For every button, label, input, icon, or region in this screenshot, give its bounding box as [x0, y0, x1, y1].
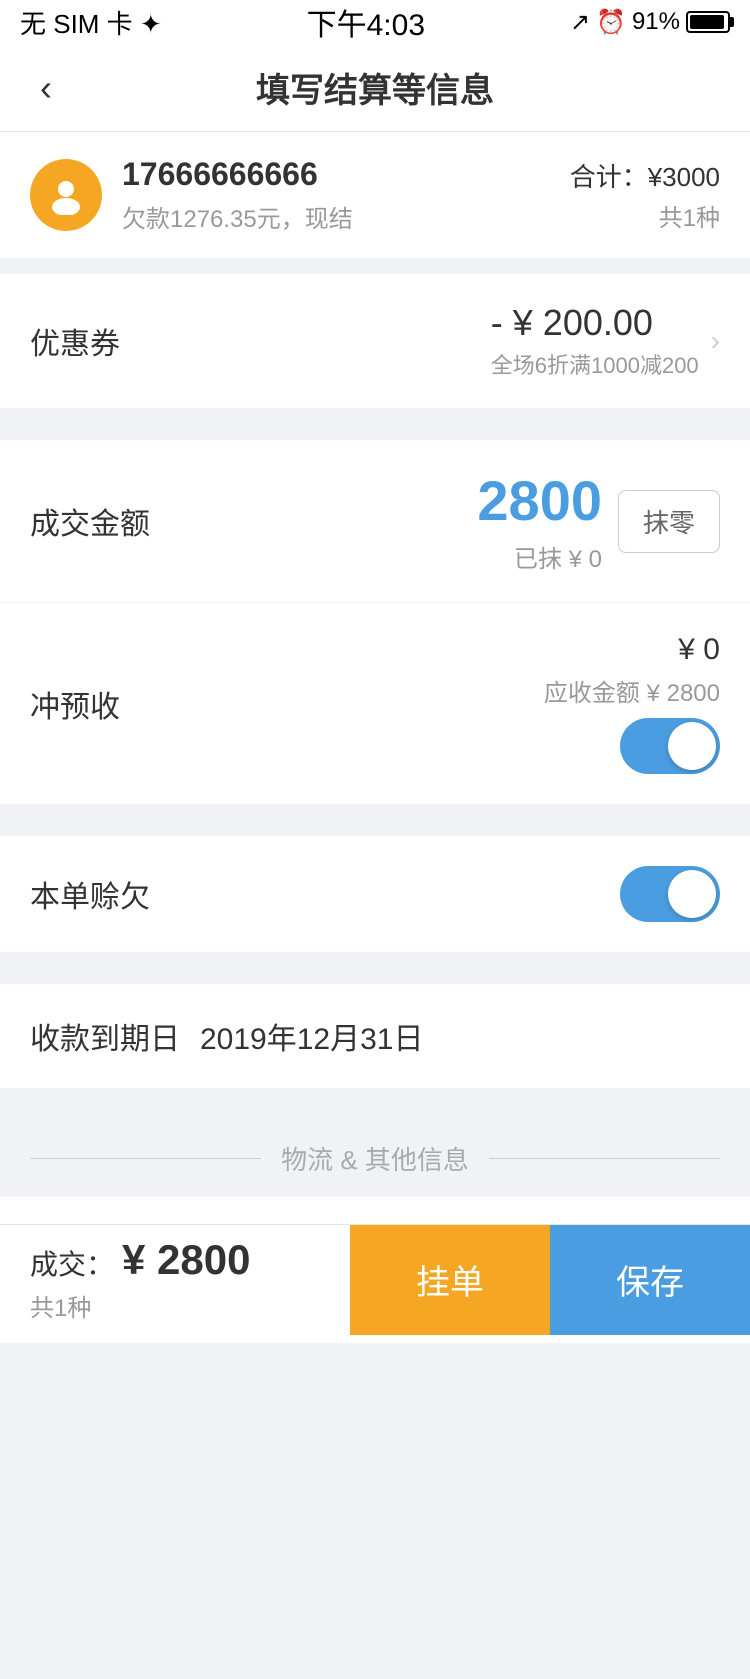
- battery-percent: 91%: [632, 8, 680, 36]
- main-content: 17666666666 欠款1276.35元，现结 合计：¥3000 共1种 优…: [0, 132, 750, 1679]
- debt-toggle[interactable]: [620, 866, 720, 922]
- battery-icon: [686, 11, 730, 33]
- hang-button[interactable]: 挂单: [350, 1225, 550, 1335]
- customer-total: 合计：¥3000 共1种: [570, 157, 720, 233]
- save-button[interactable]: 保存: [550, 1225, 750, 1335]
- customer-debt: 欠款1276.35元，现结: [122, 199, 353, 234]
- status-time: 下午4:03: [307, 0, 425, 44]
- prepayment-right: ¥ 0 应收金额 ¥ 2800: [544, 633, 720, 774]
- coupon-row[interactable]: 优惠券 - ¥ 200.00 全场6折满1000减200 ›: [0, 274, 750, 408]
- section-divider-2: [0, 820, 750, 836]
- prepayment-toggle[interactable]: [620, 718, 720, 774]
- prepayment-label: 冲预收: [30, 682, 120, 726]
- status-left: 无 SIM 卡 ✦: [20, 4, 162, 41]
- bottom-deal: 成交： ¥ 2800: [30, 1236, 320, 1284]
- debt-label: 本单赊欠: [30, 872, 150, 916]
- status-bar: 无 SIM 卡 ✦ 下午4:03 ↗ ⏰ 91%: [0, 0, 750, 44]
- coupon-desc: 全场6折满1000减200: [491, 348, 699, 380]
- section-divider-4: [0, 1104, 750, 1120]
- duedate-value: 2019年12月31日: [200, 1014, 423, 1058]
- coupon-amount: - ¥ 200.00: [491, 302, 699, 344]
- duedate-row: 收款到期日 2019年12月31日: [0, 984, 750, 1088]
- logistics-header: 物流 & 其他信息: [0, 1120, 750, 1197]
- customer-info: 17666666666 欠款1276.35元，现结: [122, 156, 353, 234]
- total-label: 合计：¥3000: [570, 157, 720, 194]
- nav-bar: ‹ 填写结算等信息: [0, 44, 750, 132]
- duedate-label: 收款到期日: [30, 1014, 180, 1058]
- coupon-label: 优惠券: [30, 319, 120, 363]
- total-count: 共1种: [570, 198, 720, 233]
- empty-space: [0, 1359, 750, 1559]
- bottom-summary: 成交： ¥ 2800 共1种: [0, 1236, 350, 1323]
- debt-row: 本单赊欠: [0, 836, 750, 952]
- bottom-deal-amount: ¥ 2800: [122, 1236, 250, 1284]
- alarm-icon: ⏰: [596, 8, 626, 37]
- bottom-count: 共1种: [30, 1288, 320, 1323]
- prepayment-amount: ¥ 0: [678, 633, 720, 667]
- transaction-sub: 已抹 ¥ 0: [477, 539, 602, 574]
- transaction-section: 成交金额 2800 已抹 ¥ 0 抹零 冲预收 ¥ 0 应收金额 ¥ 2800: [0, 440, 750, 804]
- coupon-right: - ¥ 200.00 全场6折满1000减200 ›: [491, 302, 720, 380]
- bottom-bar: 成交： ¥ 2800 共1种 挂单 保存: [0, 1224, 750, 1334]
- smash-zero-button[interactable]: 抹零: [618, 490, 720, 553]
- bottom-deal-label: 成交：: [30, 1243, 114, 1283]
- debt-toggle-knob: [668, 870, 716, 918]
- customer-left: 17666666666 欠款1276.35元，现结: [30, 156, 353, 234]
- customer-card: 17666666666 欠款1276.35元，现结 合计：¥3000 共1种: [0, 132, 750, 258]
- back-button[interactable]: ‹: [30, 57, 62, 119]
- transaction-label: 成交金额: [30, 499, 150, 543]
- sim-label: 无 SIM 卡 ✦: [20, 4, 162, 41]
- page-title: 填写结算等信息: [256, 63, 494, 112]
- direction-icon: ↗: [570, 8, 590, 37]
- logistics-line-right: [489, 1158, 720, 1159]
- section-divider-1: [0, 424, 750, 440]
- logistics-line-left: [30, 1158, 261, 1159]
- customer-phone: 17666666666: [122, 156, 353, 193]
- transaction-row: 成交金额 2800 已抹 ¥ 0 抹零: [0, 440, 750, 603]
- logistics-title: 物流 & 其他信息: [281, 1140, 469, 1177]
- section-divider-3: [0, 968, 750, 984]
- coupon-chevron-icon: ›: [711, 325, 720, 357]
- transaction-right: 2800 已抹 ¥ 0 抹零: [477, 468, 720, 574]
- prepayment-sub: 应收金额 ¥ 2800: [544, 673, 720, 708]
- status-right: ↗ ⏰ 91%: [570, 8, 730, 37]
- avatar: [30, 159, 102, 231]
- toggle-knob: [668, 722, 716, 770]
- prepayment-row: 冲预收 ¥ 0 应收金额 ¥ 2800: [0, 603, 750, 804]
- transaction-amount: 2800: [477, 468, 602, 533]
